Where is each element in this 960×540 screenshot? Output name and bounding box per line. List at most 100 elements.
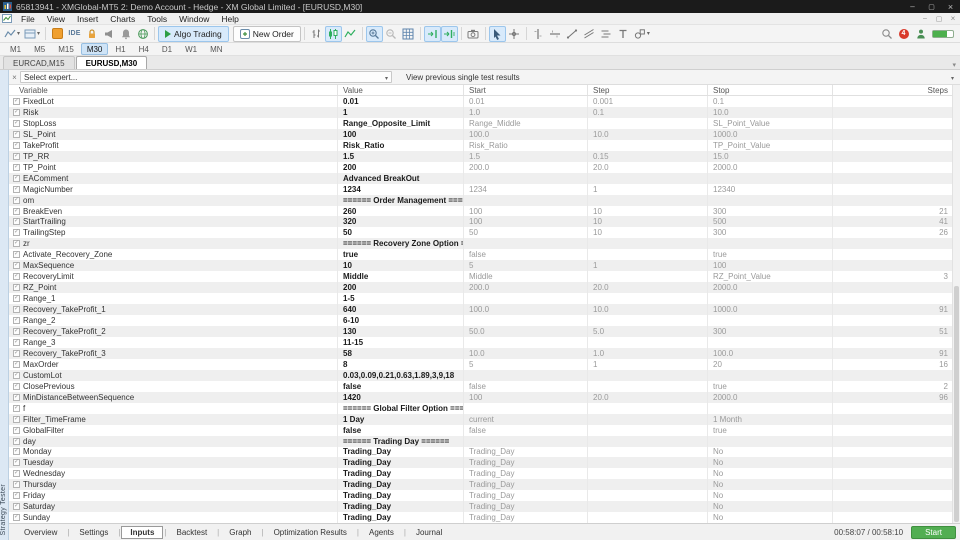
expert-select-dropdown[interactable]: Select expert... (20, 71, 392, 83)
table-row[interactable]: RecoveryLimit MiddleMiddle RZ_Point_Value3 (9, 271, 952, 283)
new-order-button[interactable]: New Order (232, 25, 301, 42)
channel-button[interactable] (581, 26, 598, 42)
timeframe-m1[interactable]: M1 (4, 43, 27, 55)
trendline-button[interactable] (564, 26, 581, 42)
chart-tab-eurcad-m15[interactable]: EURCAD,M15 (3, 56, 75, 69)
profiles-button[interactable] (22, 26, 42, 42)
table-row[interactable]: StartTrailing 3201001050041 (9, 216, 952, 228)
row-checkbox[interactable] (13, 196, 20, 204)
row-checkbox[interactable] (13, 130, 20, 138)
table-row[interactable]: Monday Trading_DayTrading_Day No (9, 446, 952, 458)
row-checkbox[interactable] (13, 447, 20, 456)
row-checkbox[interactable] (13, 316, 20, 325)
metaeditor-button[interactable]: IDE (66, 26, 83, 42)
table-row[interactable]: BreakEven 2601001030021 (9, 205, 952, 217)
timeframe-d1[interactable]: D1 (156, 43, 178, 55)
col-variable[interactable]: Variable (9, 85, 337, 95)
account-button[interactable] (912, 26, 929, 42)
vertical-line-button[interactable] (530, 26, 547, 42)
timeframe-h1[interactable]: H1 (109, 43, 131, 55)
vertical-scrollbar[interactable] (952, 85, 960, 523)
row-checkbox[interactable] (13, 272, 20, 281)
table-row[interactable]: EAComment Advanced BreakOut (9, 172, 952, 184)
row-checkbox[interactable] (13, 371, 20, 379)
row-checkbox[interactable] (13, 480, 20, 489)
table-row[interactable]: f ====== Global Filter Option ====== (9, 402, 952, 414)
row-checkbox[interactable] (13, 305, 20, 314)
menu-window[interactable]: Window (173, 13, 215, 25)
bars-button[interactable] (308, 26, 325, 42)
close-icon[interactable] (941, 2, 960, 12)
candles-button[interactable] (324, 25, 342, 42)
row-checkbox[interactable] (13, 141, 20, 149)
table-row[interactable]: Friday Trading_DayTrading_Day No (9, 490, 952, 502)
row-checkbox[interactable] (13, 426, 20, 434)
maximize-icon[interactable] (922, 2, 941, 11)
table-row[interactable]: Thursday Trading_DayTrading_Day No (9, 479, 952, 491)
tester-tab-graph[interactable]: Graph (220, 526, 260, 539)
chart-shift-button[interactable] (440, 25, 458, 42)
results-dropdown-icon[interactable] (945, 73, 960, 82)
col-steps[interactable]: Steps (832, 85, 952, 95)
table-row[interactable]: StopLoss Range_Opposite_LimitRange_Middle… (9, 117, 952, 129)
table-row[interactable]: Sunday Trading_DayTrading_Day No (9, 512, 952, 524)
table-row[interactable]: TrailingStep50501030026 (9, 227, 952, 239)
col-start[interactable]: Start (463, 85, 587, 95)
alerts-button[interactable] (117, 26, 134, 42)
row-checkbox[interactable] (13, 283, 20, 292)
row-checkbox[interactable] (13, 338, 20, 346)
table-row[interactable]: om ====== Order Management ====== (9, 194, 952, 206)
menu-file[interactable]: File (15, 13, 41, 25)
timeframe-m5[interactable]: M5 (28, 43, 51, 55)
chart-type-button[interactable] (2, 26, 22, 42)
notifications-button[interactable]: 4 (895, 26, 912, 42)
row-checkbox[interactable] (13, 437, 20, 445)
child-restore-icon[interactable] (932, 15, 946, 23)
row-checkbox[interactable] (13, 513, 20, 522)
fibonacci-button[interactable] (598, 26, 615, 42)
row-checkbox[interactable] (13, 152, 20, 160)
row-checkbox[interactable] (13, 174, 20, 182)
menu-view[interactable]: View (41, 13, 71, 25)
table-row[interactable]: Tuesday Trading_DayTrading_Day No (9, 457, 952, 469)
auto-scroll-button[interactable] (423, 25, 441, 42)
menu-tools[interactable]: Tools (141, 13, 173, 25)
timeframe-m30[interactable]: M30 (80, 43, 109, 55)
table-row[interactable]: TP_RR1.51.50.1515.0 (9, 150, 952, 162)
timeframe-mn[interactable]: MN (204, 43, 228, 55)
row-checkbox[interactable] (13, 294, 20, 303)
row-checkbox[interactable] (13, 393, 20, 401)
row-checkbox[interactable] (13, 185, 20, 193)
table-row[interactable]: Wednesday Trading_DayTrading_Day No (9, 468, 952, 480)
timeframe-h4[interactable]: H4 (133, 43, 155, 55)
table-row[interactable]: Activate_Recovery_Zonetruefalsetrue (9, 249, 952, 261)
row-checkbox[interactable] (13, 228, 20, 237)
menu-insert[interactable]: Insert (71, 13, 104, 25)
start-button[interactable]: Start (911, 525, 956, 539)
mql5-button[interactable] (49, 26, 66, 42)
row-checkbox[interactable] (13, 261, 20, 270)
table-row[interactable]: Filter_TimeFrame 1 Daycurrent 1 Month (9, 413, 952, 425)
tester-tab-agents[interactable]: Agents (360, 526, 403, 539)
table-row[interactable]: Saturday Trading_DayTrading_Day No (9, 501, 952, 513)
row-checkbox[interactable] (13, 217, 20, 226)
row-checkbox[interactable] (13, 250, 20, 259)
table-row[interactable]: ClosePrevious falsefalse true2 (9, 380, 952, 392)
tab-list-dropdown-icon[interactable] (948, 61, 960, 69)
line-chart-button[interactable] (342, 26, 359, 42)
row-checkbox[interactable] (13, 119, 20, 127)
row-checkbox[interactable] (13, 360, 20, 368)
lock-button[interactable] (83, 26, 100, 42)
crosshair-button[interactable] (506, 26, 523, 42)
row-checkbox[interactable] (13, 349, 20, 357)
algo-trading-button[interactable]: Algo Trading (158, 25, 229, 42)
tester-side-tab[interactable]: Strategy Tester (0, 70, 9, 540)
table-row[interactable]: Range_3 11-15 (9, 336, 952, 348)
child-close-icon[interactable] (946, 14, 960, 23)
minimize-icon[interactable] (903, 2, 922, 11)
col-step[interactable]: Step (587, 85, 707, 95)
tester-tab-overview[interactable]: Overview (15, 526, 66, 539)
row-checkbox[interactable] (13, 327, 20, 335)
row-checkbox[interactable] (13, 415, 20, 423)
table-row[interactable]: Recovery_TakeProfit_3 5810.01.0100.091 (9, 347, 952, 359)
